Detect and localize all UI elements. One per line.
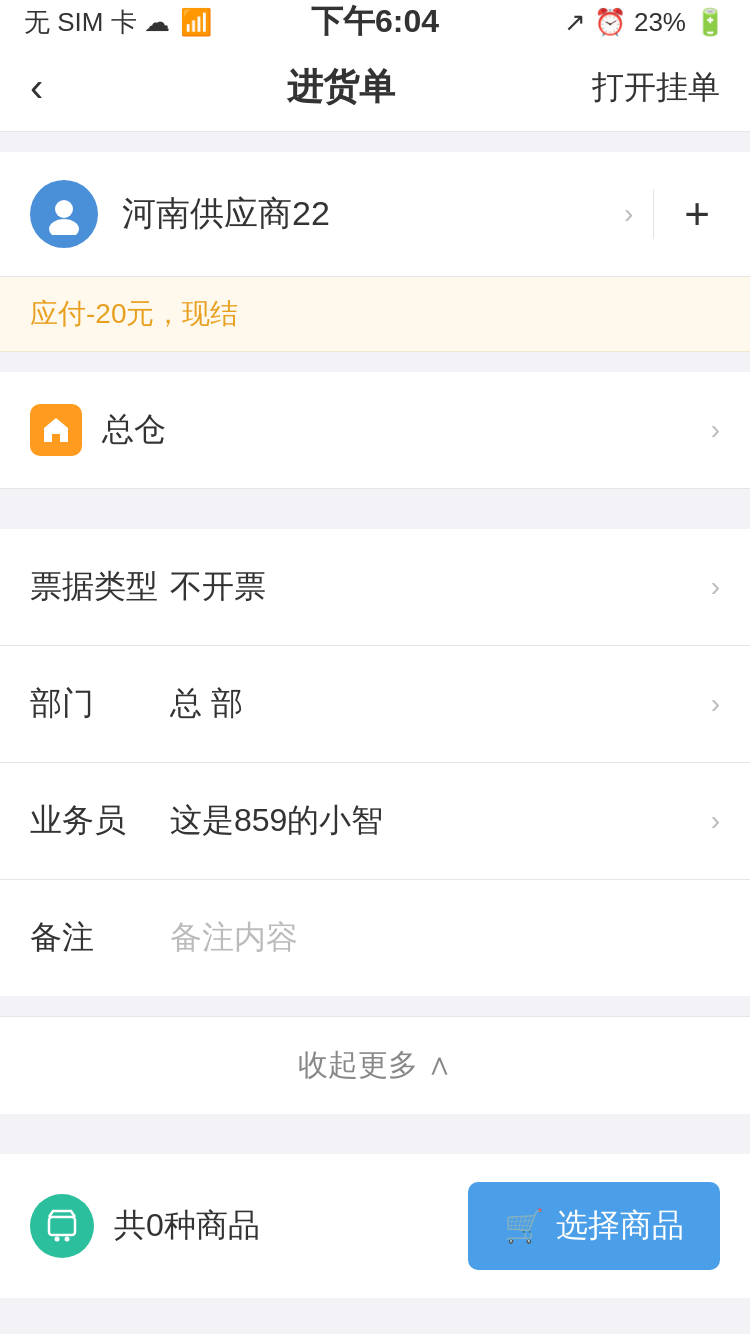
svg-point-3 [55,1237,60,1242]
battery-text: 23% [634,7,686,38]
ticket-type-chevron-icon: › [711,571,720,603]
status-left: 无 SIM 卡 ☁ 📶 [24,5,212,40]
ticket-type-value: 不开票 [170,565,701,609]
section-gap-3 [0,489,750,509]
supplier-chevron-icon: › [624,198,633,230]
warehouse-section: 总仓 › [0,372,750,489]
department-value: 总 部 [170,682,701,726]
section-gap-1 [0,132,750,152]
salesperson-chevron-icon: › [711,805,720,837]
status-right: ↗ ⏰ 23% 🔋 [564,7,726,38]
ticket-type-label: 票据类型 [30,565,170,609]
department-chevron-icon: › [711,688,720,720]
back-button[interactable]: ‹ [30,65,90,110]
house-icon [40,414,72,446]
section-gap-4 [0,1114,750,1134]
product-count: 共0种商品 [114,1204,468,1248]
warehouse-name: 总仓 [102,408,701,452]
alarm-icon: ⏰ [594,7,626,38]
open-pending-button[interactable]: 打开挂单 [592,66,720,110]
form-section: 票据类型 不开票 › 部门 总 部 › 业务员 这是859的小智 › 备注 备注… [0,529,750,996]
bottom-bar: 共0种商品 🛒 选择商品 [0,1154,750,1298]
section-gap-2 [0,352,750,372]
page-title: 进货单 [287,63,395,112]
salesperson-value: 这是859的小智 [170,799,701,843]
remark-input[interactable]: 备注内容 [170,916,720,960]
nav-bar: ‹ 进货单 打开挂单 [0,44,750,132]
svg-point-1 [49,219,79,235]
supplier-section: 河南供应商22 › + 应付-20元，现结 [0,152,750,352]
department-label: 部门 [30,682,170,726]
cart-icon [43,1207,81,1245]
svg-point-4 [65,1237,70,1242]
select-btn-label: 选择商品 [556,1204,684,1248]
department-row[interactable]: 部门 总 部 › [0,646,750,763]
product-cart-icon [30,1194,94,1258]
supplier-avatar [30,180,98,248]
status-bar: 无 SIM 卡 ☁ 📶 下午6:04 ↗ ⏰ 23% 🔋 [0,0,750,44]
sim-text: 无 SIM 卡 ☁ [24,5,170,40]
collapse-button[interactable]: 收起更多 ∧ [0,1016,750,1114]
add-supplier-button[interactable]: + [674,189,720,239]
supplier-divider [653,189,654,239]
supplier-name: 河南供应商22 [122,191,614,237]
location-icon: ↗ [564,7,586,38]
main-content: 河南供应商22 › + 应付-20元，现结 总仓 › 票据类型 不开票 [0,132,750,1334]
supplier-row[interactable]: 河南供应商22 › + [0,152,750,277]
ticket-type-row[interactable]: 票据类型 不开票 › [0,529,750,646]
wifi-icon: 📶 [180,7,212,38]
svg-point-0 [55,200,73,218]
select-product-button[interactable]: 🛒 选择商品 [468,1182,720,1270]
warehouse-row[interactable]: 总仓 › [0,372,750,489]
remark-row[interactable]: 备注 备注内容 [0,880,750,996]
select-icon: 🛒 [504,1207,544,1245]
salesperson-row[interactable]: 业务员 这是859的小智 › [0,763,750,880]
avatar-icon [43,193,85,235]
battery-icon: 🔋 [694,7,726,38]
notice-banner: 应付-20元，现结 [0,277,750,352]
salesperson-label: 业务员 [30,799,170,843]
status-time: 下午6:04 [311,0,439,44]
remark-label: 备注 [30,916,170,960]
warehouse-chevron-icon: › [711,414,720,446]
svg-rect-2 [49,1217,75,1235]
warehouse-icon [30,404,82,456]
notice-text: 应付-20元，现结 [30,298,238,329]
